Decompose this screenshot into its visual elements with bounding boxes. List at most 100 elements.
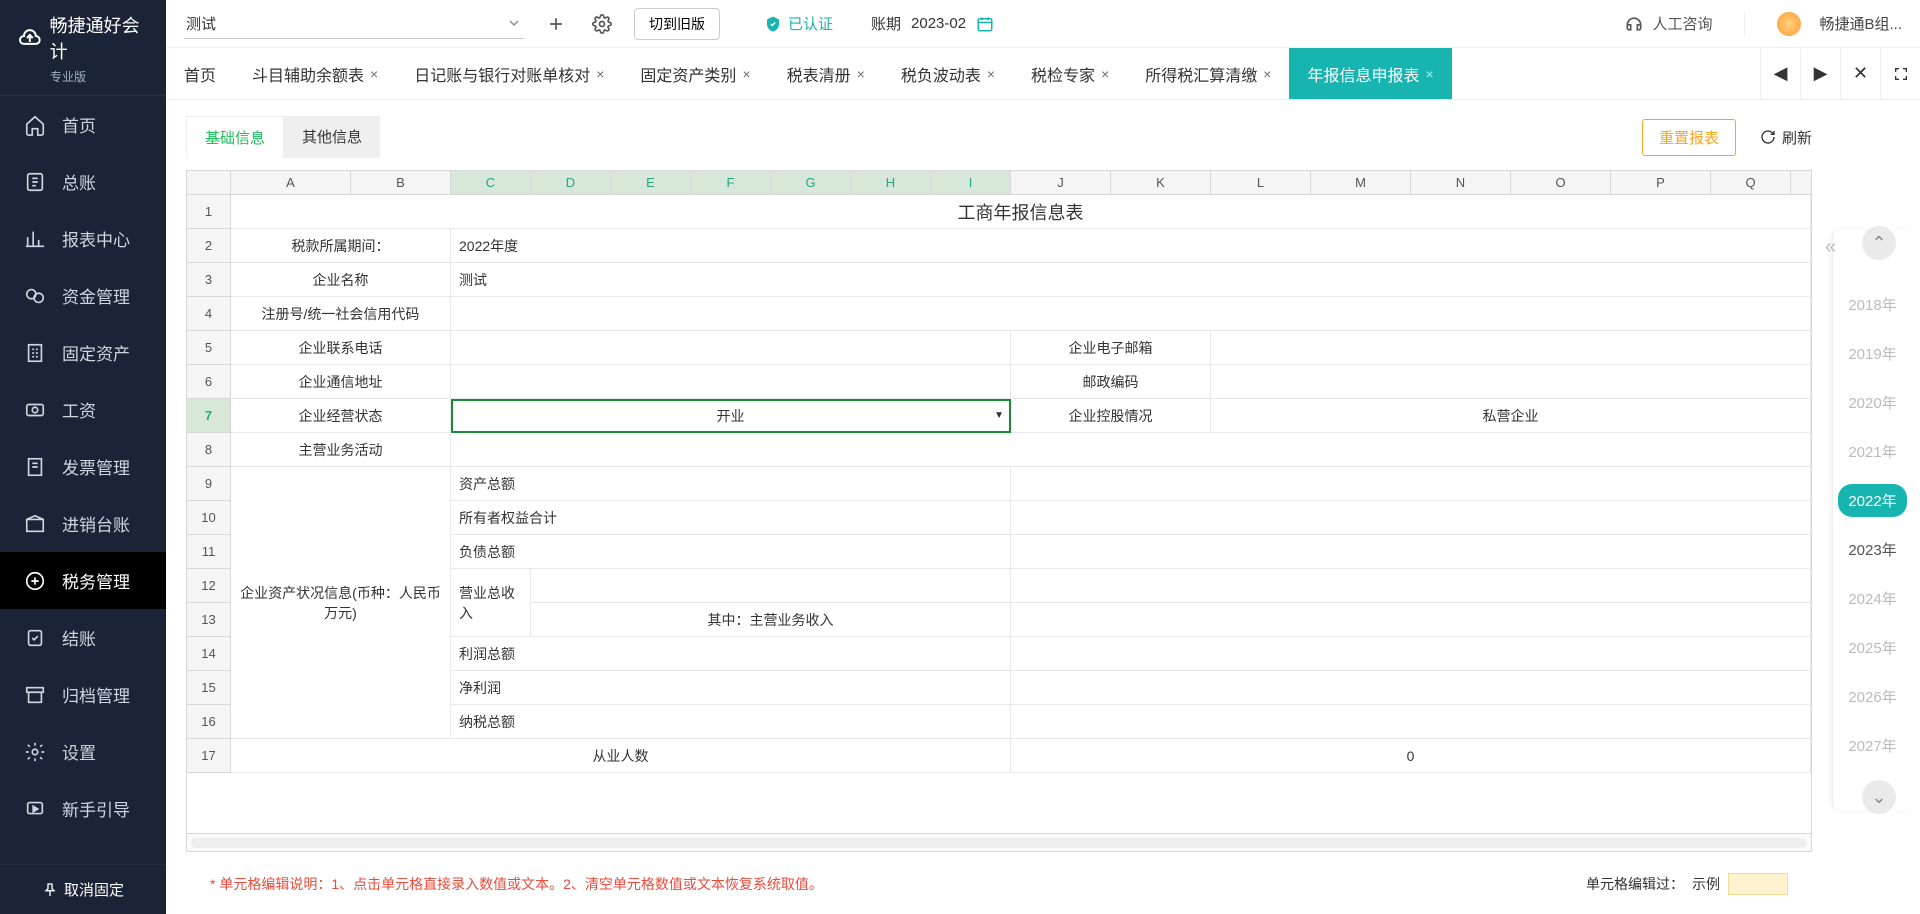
- phone-value[interactable]: [451, 331, 1011, 365]
- row-header[interactable]: 17: [187, 739, 231, 773]
- nav-guide[interactable]: 新手引导: [0, 780, 166, 837]
- main-biz-label[interactable]: 主营业务活动: [231, 433, 451, 467]
- asset-total-value[interactable]: [1011, 467, 1811, 501]
- row-header[interactable]: 1: [187, 195, 231, 229]
- row-header[interactable]: 10: [187, 501, 231, 535]
- tab[interactable]: 税检专家×: [1013, 48, 1127, 99]
- year-scroll-down[interactable]: ⌄: [1862, 780, 1896, 814]
- year-item[interactable]: 2019年: [1838, 337, 1906, 370]
- col-header[interactable]: B: [351, 171, 451, 194]
- row-header[interactable]: 7: [187, 399, 231, 433]
- col-header[interactable]: D: [531, 171, 611, 194]
- tab-close[interactable]: ×: [742, 66, 750, 82]
- username[interactable]: 畅捷通B组...: [1819, 13, 1902, 34]
- reset-button[interactable]: 重置报表: [1642, 119, 1736, 156]
- year-item[interactable]: 2024年: [1838, 582, 1906, 615]
- row-header[interactable]: 8: [187, 433, 231, 467]
- col-header[interactable]: G: [771, 171, 851, 194]
- op-income-blank[interactable]: [531, 569, 1011, 603]
- year-item[interactable]: 2018年: [1838, 288, 1906, 321]
- year-collapse[interactable]: «: [1825, 236, 1836, 259]
- col-header[interactable]: M: [1311, 171, 1411, 194]
- nav-tax[interactable]: 税务管理: [0, 552, 166, 609]
- nav-close-book[interactable]: 结账: [0, 609, 166, 666]
- col-header[interactable]: J: [1011, 171, 1111, 194]
- tab[interactable]: 斗目辅助余额表×: [234, 48, 396, 99]
- netprofit-label[interactable]: 净利润: [451, 671, 1011, 705]
- company-dropdown[interactable]: 测试: [184, 9, 524, 39]
- row-header[interactable]: 2: [187, 229, 231, 263]
- year-item[interactable]: 2026年: [1838, 680, 1906, 713]
- year-item[interactable]: 2025年: [1838, 631, 1906, 664]
- nav-home[interactable]: 首页: [0, 96, 166, 153]
- nav-building[interactable]: 固定资产: [0, 324, 166, 381]
- col-header[interactable]: F: [691, 171, 771, 194]
- col-header[interactable]: Q: [1711, 171, 1791, 194]
- employees-label[interactable]: 从业人数: [231, 739, 1011, 773]
- company-name-label[interactable]: 企业名称: [231, 263, 451, 297]
- year-item[interactable]: 2027年: [1838, 729, 1906, 762]
- row-header[interactable]: 13: [187, 603, 231, 637]
- tab-close[interactable]: ×: [857, 66, 865, 82]
- col-header[interactable]: E: [611, 171, 691, 194]
- spreadsheet[interactable]: ABCDEFGHIJKLMNOPQ 1工商年报信息表2税款所属期间：2022年度…: [186, 170, 1812, 852]
- owner-equity-value[interactable]: [1011, 501, 1811, 535]
- row-header[interactable]: 12: [187, 569, 231, 603]
- col-header[interactable]: N: [1411, 171, 1511, 194]
- tabs-prev[interactable]: ◀: [1760, 48, 1800, 99]
- nav-salary[interactable]: 工资: [0, 381, 166, 438]
- phone-label[interactable]: 企业联系电话: [231, 331, 451, 365]
- company-name-value[interactable]: 测试: [451, 263, 1811, 297]
- nav-invoice[interactable]: 发票管理: [0, 438, 166, 495]
- period-value[interactable]: 2023-02: [911, 15, 966, 32]
- year-item[interactable]: 2022年: [1838, 484, 1906, 517]
- add-button[interactable]: [542, 10, 570, 38]
- nav-money[interactable]: 资金管理: [0, 267, 166, 324]
- select-all-corner[interactable]: [187, 171, 231, 194]
- profit-label[interactable]: 利润总额: [451, 637, 1011, 671]
- postcode-label[interactable]: 邮政编码: [1011, 365, 1211, 399]
- nav-ledger[interactable]: 总账: [0, 153, 166, 210]
- holding-value[interactable]: 私营企业: [1211, 399, 1811, 433]
- email-label[interactable]: 企业电子邮箱: [1011, 331, 1211, 365]
- tab[interactable]: 税表清册×: [769, 48, 883, 99]
- tab[interactable]: 日记账与银行对账单核对×: [396, 48, 622, 99]
- email-value[interactable]: [1211, 331, 1811, 365]
- row-header[interactable]: 5: [187, 331, 231, 365]
- tax-period-value[interactable]: 2022年度: [451, 229, 1811, 263]
- tax-period-label[interactable]: 税款所属期间：: [231, 229, 451, 263]
- tab-close[interactable]: ×: [1101, 66, 1109, 82]
- nav-chart[interactable]: 报表中心: [0, 210, 166, 267]
- settings-button[interactable]: [588, 10, 616, 38]
- year-item[interactable]: 2023年: [1838, 533, 1906, 566]
- main-income-value[interactable]: [1011, 603, 1811, 637]
- subtab-other[interactable]: 其他信息: [284, 116, 380, 158]
- tabs-close[interactable]: ✕: [1840, 48, 1880, 99]
- address-value[interactable]: [451, 365, 1011, 399]
- asset-total-label[interactable]: 资产总额: [451, 467, 1011, 501]
- tabs-fullscreen[interactable]: [1880, 48, 1920, 99]
- row-header[interactable]: 4: [187, 297, 231, 331]
- liability-value[interactable]: [1011, 535, 1811, 569]
- main-biz-value[interactable]: [451, 433, 1811, 467]
- avatar[interactable]: [1777, 12, 1801, 36]
- row-header[interactable]: 9: [187, 467, 231, 501]
- tab[interactable]: 首页: [166, 48, 234, 99]
- profit-value[interactable]: [1011, 637, 1811, 671]
- col-header[interactable]: K: [1111, 171, 1211, 194]
- row-header[interactable]: 16: [187, 705, 231, 739]
- year-item[interactable]: 2020年: [1838, 386, 1906, 419]
- support-link[interactable]: 人工咨询: [1624, 13, 1712, 34]
- postcode-value[interactable]: [1211, 365, 1811, 399]
- taxpaid-label[interactable]: 纳税总额: [451, 705, 1011, 739]
- reg-code-value[interactable]: [451, 297, 1811, 331]
- holding-label[interactable]: 企业控股情况: [1011, 399, 1211, 433]
- tab[interactable]: 固定资产类别×: [622, 48, 768, 99]
- col-header[interactable]: O: [1511, 171, 1611, 194]
- liability-label[interactable]: 负债总额: [451, 535, 1011, 569]
- tab[interactable]: 所得税汇算清缴×: [1127, 48, 1289, 99]
- tab-close[interactable]: ×: [1263, 66, 1271, 82]
- horizontal-scrollbar[interactable]: [187, 833, 1811, 851]
- taxpaid-value[interactable]: [1011, 705, 1811, 739]
- tab-close[interactable]: ×: [596, 66, 604, 82]
